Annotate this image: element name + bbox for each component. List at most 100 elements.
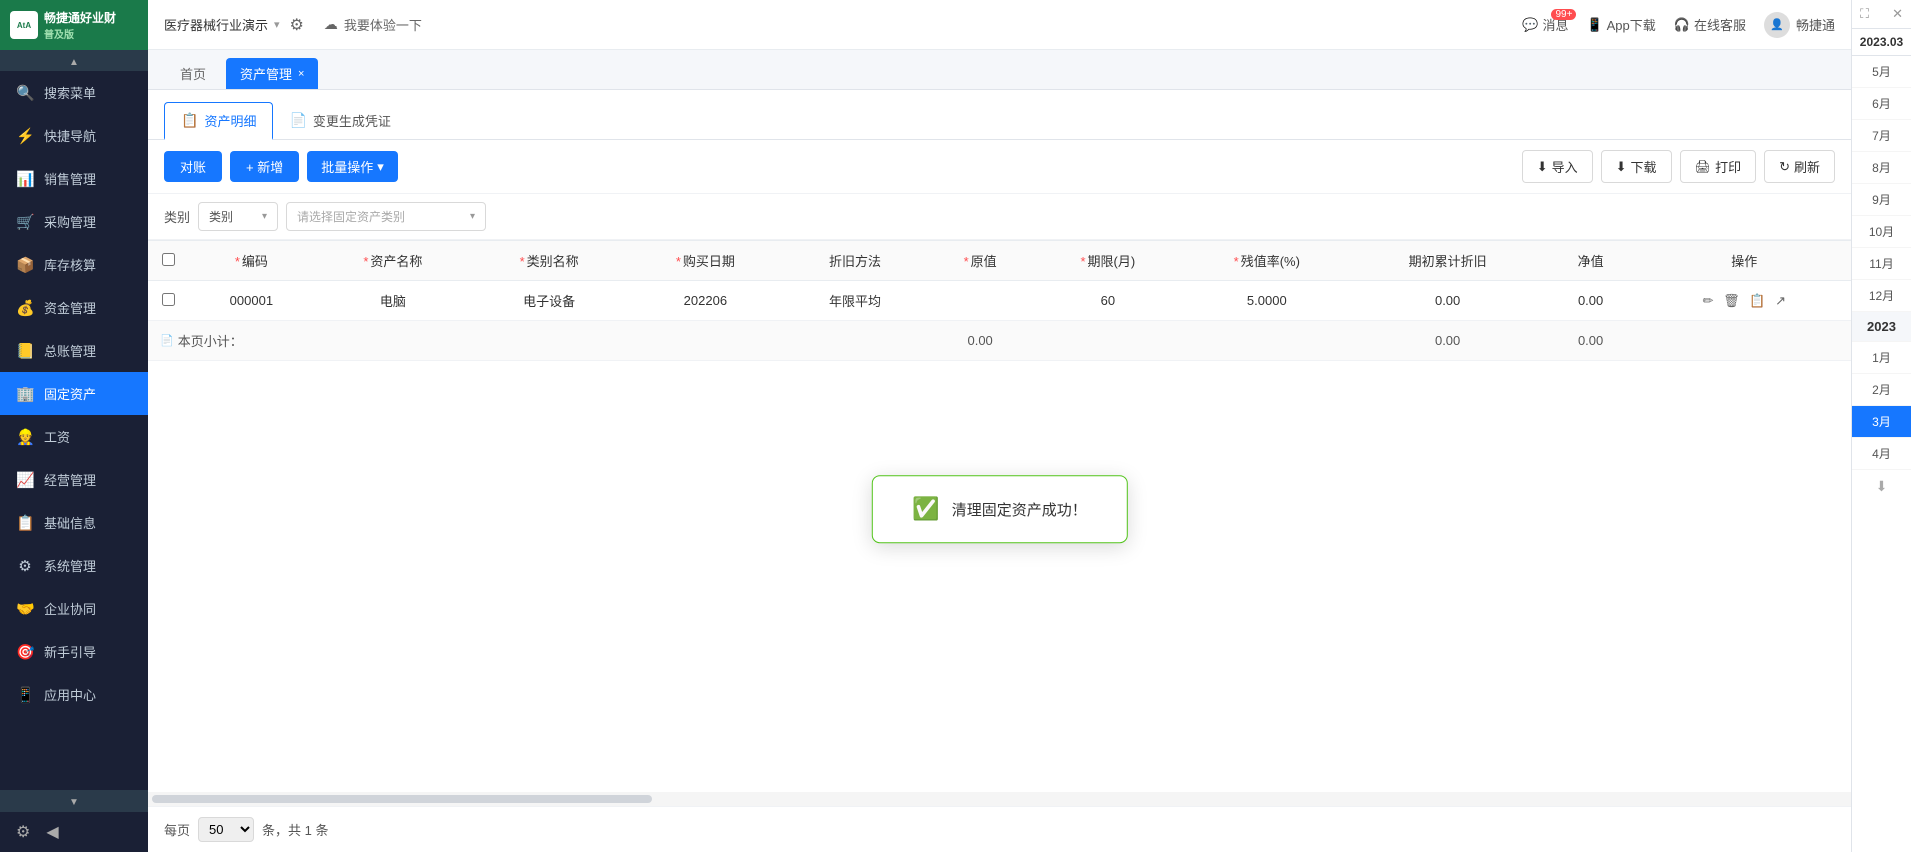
print-button[interactable]: 🖨 打印: [1680, 150, 1757, 183]
copy-icon[interactable]: 📋: [1749, 293, 1765, 308]
td-residual-rate: 5.0000: [1182, 281, 1352, 321]
sidebar-item-system[interactable]: ⚙ 系统管理: [0, 544, 148, 587]
sidebar-item-purchase[interactable]: 🛒 采购管理: [0, 200, 148, 243]
sidebar-item-ledger[interactable]: 📒 总账管理: [0, 329, 148, 372]
panel-close-icon[interactable]: ✕: [1892, 6, 1903, 22]
th-period: *期限(月): [1034, 241, 1182, 281]
scroll-up-btn[interactable]: ▲: [0, 50, 148, 71]
batch-ops-button[interactable]: 批量操作 ▾: [307, 151, 398, 182]
panel-expand-icon[interactable]: ⛶: [1860, 6, 1869, 22]
delete-icon[interactable]: 🗑: [1723, 293, 1740, 308]
sidebar-item-label: 采购管理: [44, 212, 96, 231]
month-10[interactable]: 10月: [1852, 216, 1911, 248]
download-icon: 📱: [1586, 17, 1602, 33]
category-select-chevron: ▾: [262, 211, 267, 222]
panel-down-arrow[interactable]: ⬇: [1852, 470, 1911, 503]
tab-asset-label: 资产管理: [240, 64, 292, 83]
add-new-button[interactable]: + 新增: [230, 151, 299, 182]
month-8[interactable]: 8月: [1852, 152, 1911, 184]
tab-asset-mgmt[interactable]: 资产管理 ×: [226, 58, 318, 89]
panel-collapse-btn[interactable]: ▶: [1851, 406, 1852, 446]
horizontal-scrollbar[interactable]: [148, 792, 1851, 806]
month-12[interactable]: 12月: [1852, 280, 1911, 312]
subtab-asset-detail[interactable]: 📋 资产明细: [164, 102, 273, 140]
subtab-voucher-gen[interactable]: 📄 变更生成凭证: [273, 102, 406, 139]
month-9[interactable]: 9月: [1852, 184, 1911, 216]
user-menu[interactable]: 👤 畅捷通: [1764, 12, 1835, 38]
month-7[interactable]: 7月: [1852, 120, 1911, 152]
sidebar-item-label: 基础信息: [44, 513, 96, 532]
month-5[interactable]: 5月: [1852, 56, 1911, 88]
appstore-icon: 📱: [16, 686, 34, 704]
company-settings-icon[interactable]: ⚙: [290, 15, 304, 35]
success-toast: ✅ 清理固定资产成功！: [871, 475, 1127, 543]
sidebar-item-basic[interactable]: 📋 基础信息: [0, 501, 148, 544]
payroll-icon: 👷: [16, 428, 34, 446]
online-service-btn[interactable]: 🎧 在线客服: [1674, 15, 1746, 34]
reconcile-button[interactable]: 对账: [164, 151, 222, 182]
panel-year-label: 2023.03: [1860, 35, 1903, 49]
sidebar-item-funds[interactable]: 💰 资金管理: [0, 286, 148, 329]
td-code: 000001: [188, 281, 315, 321]
category-filter-select[interactable]: 类别 ▾: [198, 202, 278, 231]
more-icon[interactable]: ↗: [1775, 293, 1786, 308]
notification-icon: 💬: [1522, 17, 1538, 33]
sidebar-item-fixedassets[interactable]: 🏢 固定资产: [0, 372, 148, 415]
sidebar-item-cooperation[interactable]: 🤝 企业协同: [0, 587, 148, 630]
per-page-select[interactable]: 50 100 200: [198, 817, 254, 842]
tab-close-icon[interactable]: ×: [298, 68, 304, 80]
notification-btn[interactable]: 💬 消息 99+: [1522, 15, 1568, 34]
import-label: 导入: [1552, 157, 1578, 176]
sidebar: AtA 畅捷通好业财 普及版 ▲ 🔍 搜索菜单 ⚡ 快捷导航 📊 销售管理 🛒 …: [0, 0, 148, 852]
sidebar-item-label: 企业协同: [44, 599, 96, 618]
sidebar-item-appstore[interactable]: 📱 应用中心: [0, 673, 148, 716]
edit-icon[interactable]: ✏: [1703, 293, 1714, 308]
refresh-button[interactable]: ↻ 刷新: [1764, 150, 1835, 183]
import-button[interactable]: ⬇ 导入: [1522, 150, 1593, 183]
service-icon: 🎧: [1674, 17, 1690, 33]
sidebar-item-label: 销售管理: [44, 169, 96, 188]
scroll-down-btn[interactable]: ▼: [0, 790, 148, 811]
month-4[interactable]: 4月: [1852, 438, 1911, 470]
category-filter-input[interactable]: 请选择固定资产类别 ▾: [286, 202, 486, 231]
subtab-voucher-label: 变更生成凭证: [313, 111, 391, 130]
month-3-active[interactable]: 3月: [1852, 406, 1911, 438]
experience-label: 我要体验一下: [344, 15, 422, 34]
month-2[interactable]: 2月: [1852, 374, 1911, 406]
th-accumulated-depr: 期初累计折旧: [1352, 241, 1544, 281]
app-download-label: App下载: [1607, 15, 1656, 34]
row-checkbox[interactable]: [162, 293, 175, 306]
settings-icon[interactable]: ⚙: [16, 822, 30, 842]
month-1[interactable]: 1月: [1852, 342, 1911, 374]
mgmt-icon: 📈: [16, 471, 34, 489]
panel-year-header: 2023.03: [1852, 29, 1911, 56]
cooperation-icon: 🤝: [16, 600, 34, 618]
month-6[interactable]: 6月: [1852, 88, 1911, 120]
sidebar-item-label: 总账管理: [44, 341, 96, 360]
sidebar-item-payroll[interactable]: 👷 工资: [0, 415, 148, 458]
sidebar-item-quicknav[interactable]: ⚡ 快捷导航: [0, 114, 148, 157]
company-name: 医疗器械行业演示: [164, 15, 268, 34]
sidebar-item-search[interactable]: 🔍 搜索菜单: [0, 71, 148, 114]
batch-chevron-icon: ▾: [377, 159, 384, 175]
company-title: 医疗器械行业演示 ▾: [164, 15, 280, 34]
sidebar-item-mgmt[interactable]: 📈 经营管理: [0, 458, 148, 501]
app-download-btn[interactable]: 📱 App下载: [1586, 15, 1655, 34]
download-button[interactable]: ⬇ 下载: [1601, 150, 1672, 183]
experience-btn[interactable]: ☁ 我要体验一下: [324, 15, 422, 34]
td-actions: ✏ 🗑 📋 ↗: [1638, 281, 1851, 321]
th-checkbox: [148, 241, 188, 281]
subtotal-actions: [1638, 321, 1851, 361]
sidebar-item-inventory[interactable]: 📦 库存核算: [0, 243, 148, 286]
select-all-checkbox[interactable]: [162, 253, 175, 266]
scroll-thumb[interactable]: [152, 795, 652, 803]
collapse-icon[interactable]: ◀: [46, 822, 58, 842]
month-11[interactable]: 11月: [1852, 248, 1911, 280]
sidebar-item-label: 库存核算: [44, 255, 96, 274]
sidebar-item-label: 工资: [44, 427, 70, 446]
sidebar-item-guide[interactable]: 🎯 新手引导: [0, 630, 148, 673]
sidebar-item-label: 固定资产: [44, 384, 96, 403]
sidebar-item-sales[interactable]: 📊 销售管理: [0, 157, 148, 200]
topbar: 医疗器械行业演示 ▾ ⚙ ☁ 我要体验一下 💬 消息 99+ 📱 App下载 🎧…: [148, 0, 1851, 50]
tab-home[interactable]: 首页: [164, 58, 222, 89]
